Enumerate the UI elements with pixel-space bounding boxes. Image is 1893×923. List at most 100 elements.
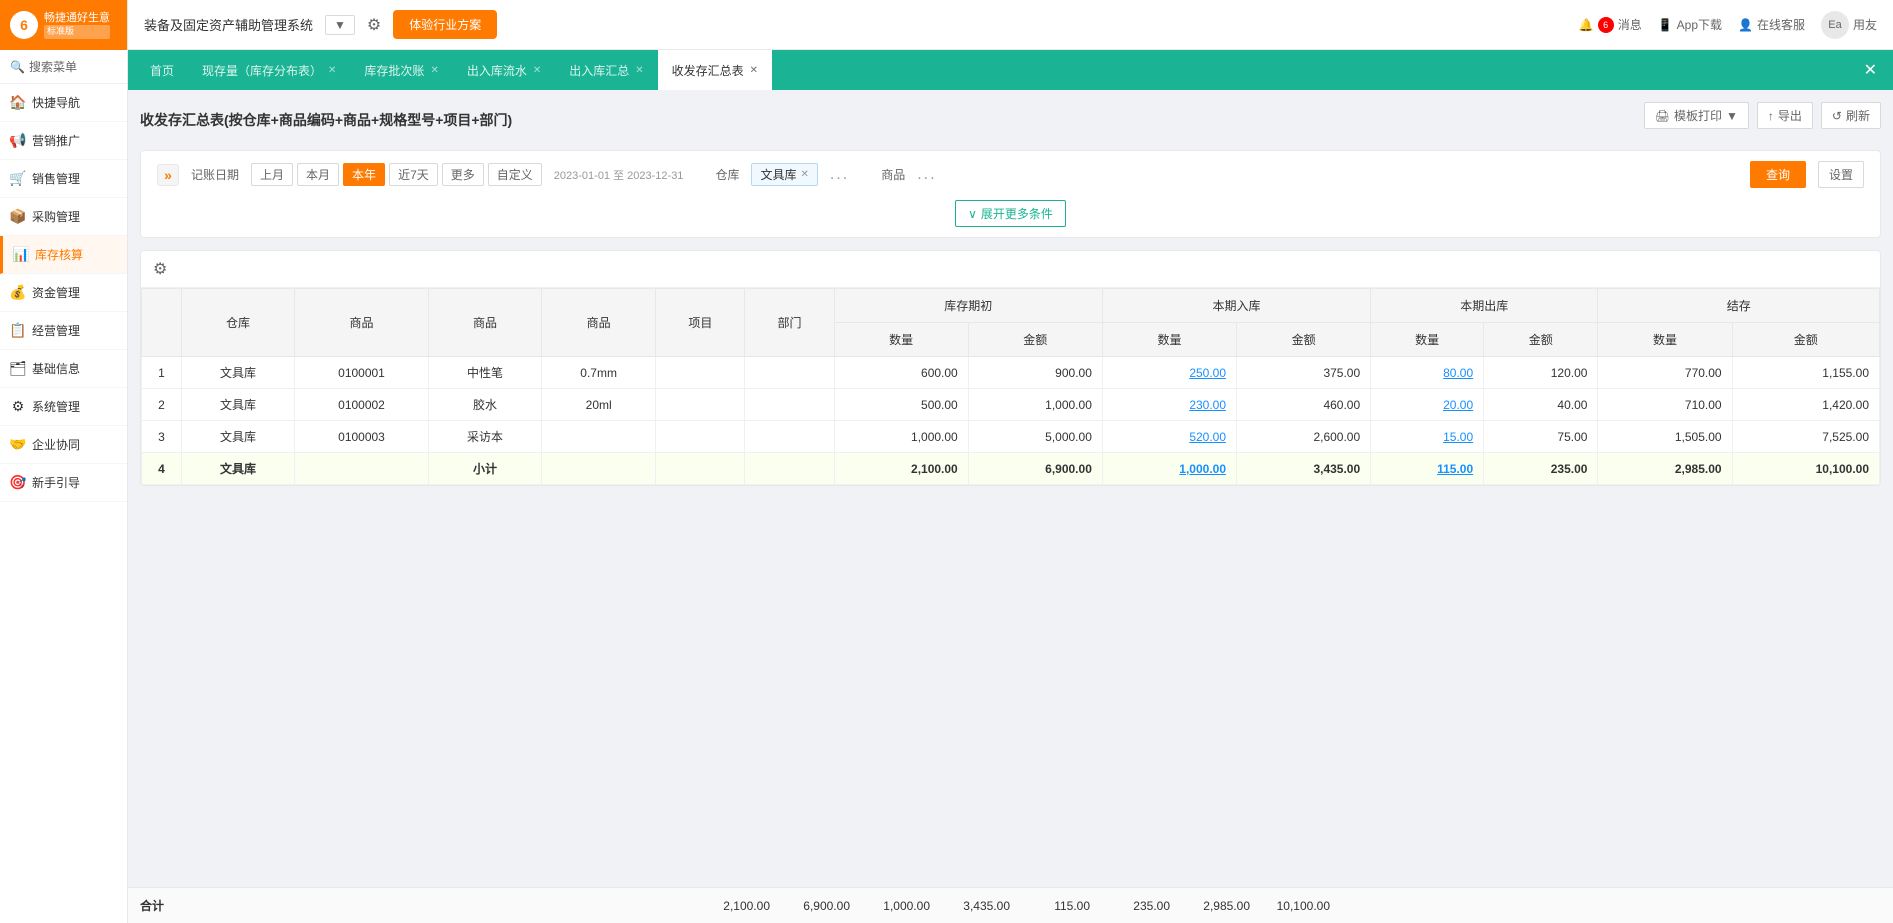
avatar-text: Ea: [1828, 19, 1841, 31]
td-in-amt: 3,435.00: [1237, 453, 1371, 485]
td-end-amt: 7,525.00: [1732, 421, 1879, 453]
td-in-qty[interactable]: 1,000.00: [1102, 453, 1236, 485]
sidebar-item-guide[interactable]: 🎯 新手引导: [0, 464, 127, 502]
td-code: 0100003: [294, 421, 428, 453]
td-open-amt: 6,900.00: [968, 453, 1102, 485]
tab-flow-close[interactable]: ✕: [533, 65, 541, 76]
sidebar-label-guide: 新手引导: [32, 474, 80, 491]
sidebar-item-system[interactable]: ⚙ 系统管理: [0, 388, 127, 426]
chevron-down-icon: ▼: [334, 18, 346, 32]
export-button[interactable]: ↑ 导出: [1757, 102, 1813, 129]
sidebar-logo: 6 畅捷通好生意 标准版: [0, 0, 127, 50]
table-row: 2 文具库 0100002 胶水 20ml 500.00 1,000.00 23…: [142, 389, 1880, 421]
online-service-item[interactable]: 👤 在线客服: [1738, 16, 1805, 33]
warehouse-value: 文具库: [760, 166, 796, 183]
date-range: 2023-01-01 至 2023-12-31: [554, 167, 684, 183]
tab-recv-send-close[interactable]: ✕: [750, 65, 758, 76]
td-out-amt: 235.00: [1484, 453, 1598, 485]
try-button[interactable]: 体验行业方案: [393, 10, 497, 39]
top-header: 装备及固定资产辅助管理系统 ▼ ⚙ 体验行业方案 🔔 6 消息 📱 App下载 …: [128, 0, 1893, 50]
filter-toggle[interactable]: »: [157, 164, 179, 186]
tab-summary-in-out[interactable]: 出入库汇总 ✕: [555, 50, 657, 90]
td-open-qty: 2,100.00: [834, 453, 968, 485]
tab-summary-in-out-close[interactable]: ✕: [635, 65, 643, 76]
tab-bar-close-all[interactable]: ✕: [1856, 60, 1885, 80]
tab-stock-dist[interactable]: 现存量（库存分布表） ✕: [188, 50, 350, 90]
messages-item[interactable]: 🔔 6 消息: [1579, 16, 1642, 33]
date-btn-7days[interactable]: 近7天: [389, 163, 438, 186]
expand-conditions-button[interactable]: ∨ 展开更多条件: [955, 200, 1066, 227]
sidebar-item-purchase[interactable]: 📦 采购管理: [0, 198, 127, 236]
date-btn-custom[interactable]: 自定义: [488, 163, 542, 186]
inventory-icon: 📊: [13, 247, 29, 263]
app-download-item[interactable]: 📱 App下载: [1658, 16, 1722, 33]
td-open-qty: 600.00: [834, 357, 968, 389]
query-button[interactable]: 查询: [1750, 161, 1806, 188]
tab-batch[interactable]: 库存批次账 ✕: [350, 50, 452, 90]
td-project: [656, 421, 745, 453]
table-gear-icon[interactable]: ⚙: [153, 259, 167, 279]
date-btn-this-month[interactable]: 本月: [297, 163, 339, 186]
sidebar-item-marketing[interactable]: 📢 营销推广: [0, 122, 127, 160]
date-btn-more[interactable]: 更多: [442, 163, 484, 186]
td-end-qty: 710.00: [1598, 389, 1732, 421]
tab-bar: 首页 现存量（库存分布表） ✕ 库存批次账 ✕ 出入库流水 ✕ 出入库汇总 ✕ …: [128, 50, 1893, 90]
filter-card: » 记账日期 上月 本月 本年 近7天 更多 自定义 2023-01-01 至 …: [140, 150, 1881, 238]
chevron-print-icon: ▼: [1726, 109, 1738, 123]
sidebar-label-quick: 快捷导航: [32, 94, 80, 111]
refresh-button[interactable]: ↺ 刷新: [1821, 102, 1881, 129]
th-out-qty: 数量: [1371, 323, 1484, 357]
td-project: [656, 453, 745, 485]
sidebar-item-quick[interactable]: 🏠 快捷导航: [0, 84, 127, 122]
sidebar-item-sales[interactable]: 🛒 销售管理: [0, 160, 127, 198]
table-footer: 合计 2,100.00 6,900.00 1,000.00 3,435.00 1…: [128, 887, 1893, 923]
sidebar-item-inventory[interactable]: 📊 库存核算: [0, 236, 127, 274]
td-out-qty[interactable]: 20.00: [1371, 389, 1484, 421]
filter-row-1: » 记账日期 上月 本月 本年 近7天 更多 自定义 2023-01-01 至 …: [157, 161, 1864, 188]
footer-cells: 2,100.00 6,900.00 1,000.00 3,435.00 115.…: [220, 899, 1881, 913]
td-out-qty[interactable]: 115.00: [1371, 453, 1484, 485]
service-icon: 👤: [1738, 18, 1753, 32]
td-in-amt: 460.00: [1237, 389, 1371, 421]
td-out-qty[interactable]: 15.00: [1371, 421, 1484, 453]
print-button[interactable]: 🖨 模板打印 ▼: [1644, 102, 1749, 129]
tab-recv-send[interactable]: 收发存汇总表 ✕: [658, 50, 772, 90]
user-item[interactable]: Ea 用友: [1821, 11, 1877, 39]
warehouse-tag-close[interactable]: ✕: [800, 169, 808, 180]
date-btn-this-year[interactable]: 本年: [343, 163, 385, 186]
purchase-icon: 📦: [10, 209, 26, 225]
sidebar-item-basic[interactable]: 🗂 基础信息: [0, 350, 127, 388]
td-in-qty[interactable]: 230.00: [1102, 389, 1236, 421]
td-out-qty[interactable]: 80.00: [1371, 357, 1484, 389]
date-btn-last-month[interactable]: 上月: [251, 163, 293, 186]
tab-home[interactable]: 首页: [136, 50, 188, 90]
goods-dots[interactable]: ...: [917, 166, 936, 184]
system-dropdown[interactable]: ▼: [325, 15, 355, 35]
gear-icon[interactable]: ⚙: [367, 15, 381, 35]
th-dept: 部门: [745, 289, 834, 357]
th-ending: 结存: [1598, 289, 1880, 323]
td-open-amt: 900.00: [968, 357, 1102, 389]
sidebar-item-finance[interactable]: 💰 资金管理: [0, 274, 127, 312]
td-name: 采访本: [429, 421, 542, 453]
export-icon: ↑: [1768, 109, 1774, 123]
sidebar-label-marketing: 营销推广: [32, 132, 80, 149]
sidebar-item-corp[interactable]: 🤝 企业协同: [0, 426, 127, 464]
warehouse-dots[interactable]: ...: [830, 166, 849, 184]
td-open-amt: 1,000.00: [968, 389, 1102, 421]
online-service-label: 在线客服: [1757, 16, 1805, 33]
footer-out-amt: 235.00: [1100, 899, 1180, 913]
tab-flow[interactable]: 出入库流水 ✕: [453, 50, 555, 90]
settings-button[interactable]: 设置: [1818, 161, 1864, 188]
search-menu[interactable]: 🔍 搜索菜单: [0, 50, 127, 84]
td-in-qty[interactable]: 250.00: [1102, 357, 1236, 389]
td-in-qty[interactable]: 520.00: [1102, 421, 1236, 453]
system-icon: ⚙: [10, 399, 26, 415]
tab-batch-close[interactable]: ✕: [430, 65, 438, 76]
td-out-amt: 75.00: [1484, 421, 1598, 453]
sidebar-item-business[interactable]: 📋 经营管理: [0, 312, 127, 350]
tab-batch-label: 库存批次账: [364, 62, 424, 79]
search-label: 搜索菜单: [29, 58, 77, 75]
th-spec: 商品: [542, 289, 656, 357]
tab-stock-dist-close[interactable]: ✕: [328, 65, 336, 76]
